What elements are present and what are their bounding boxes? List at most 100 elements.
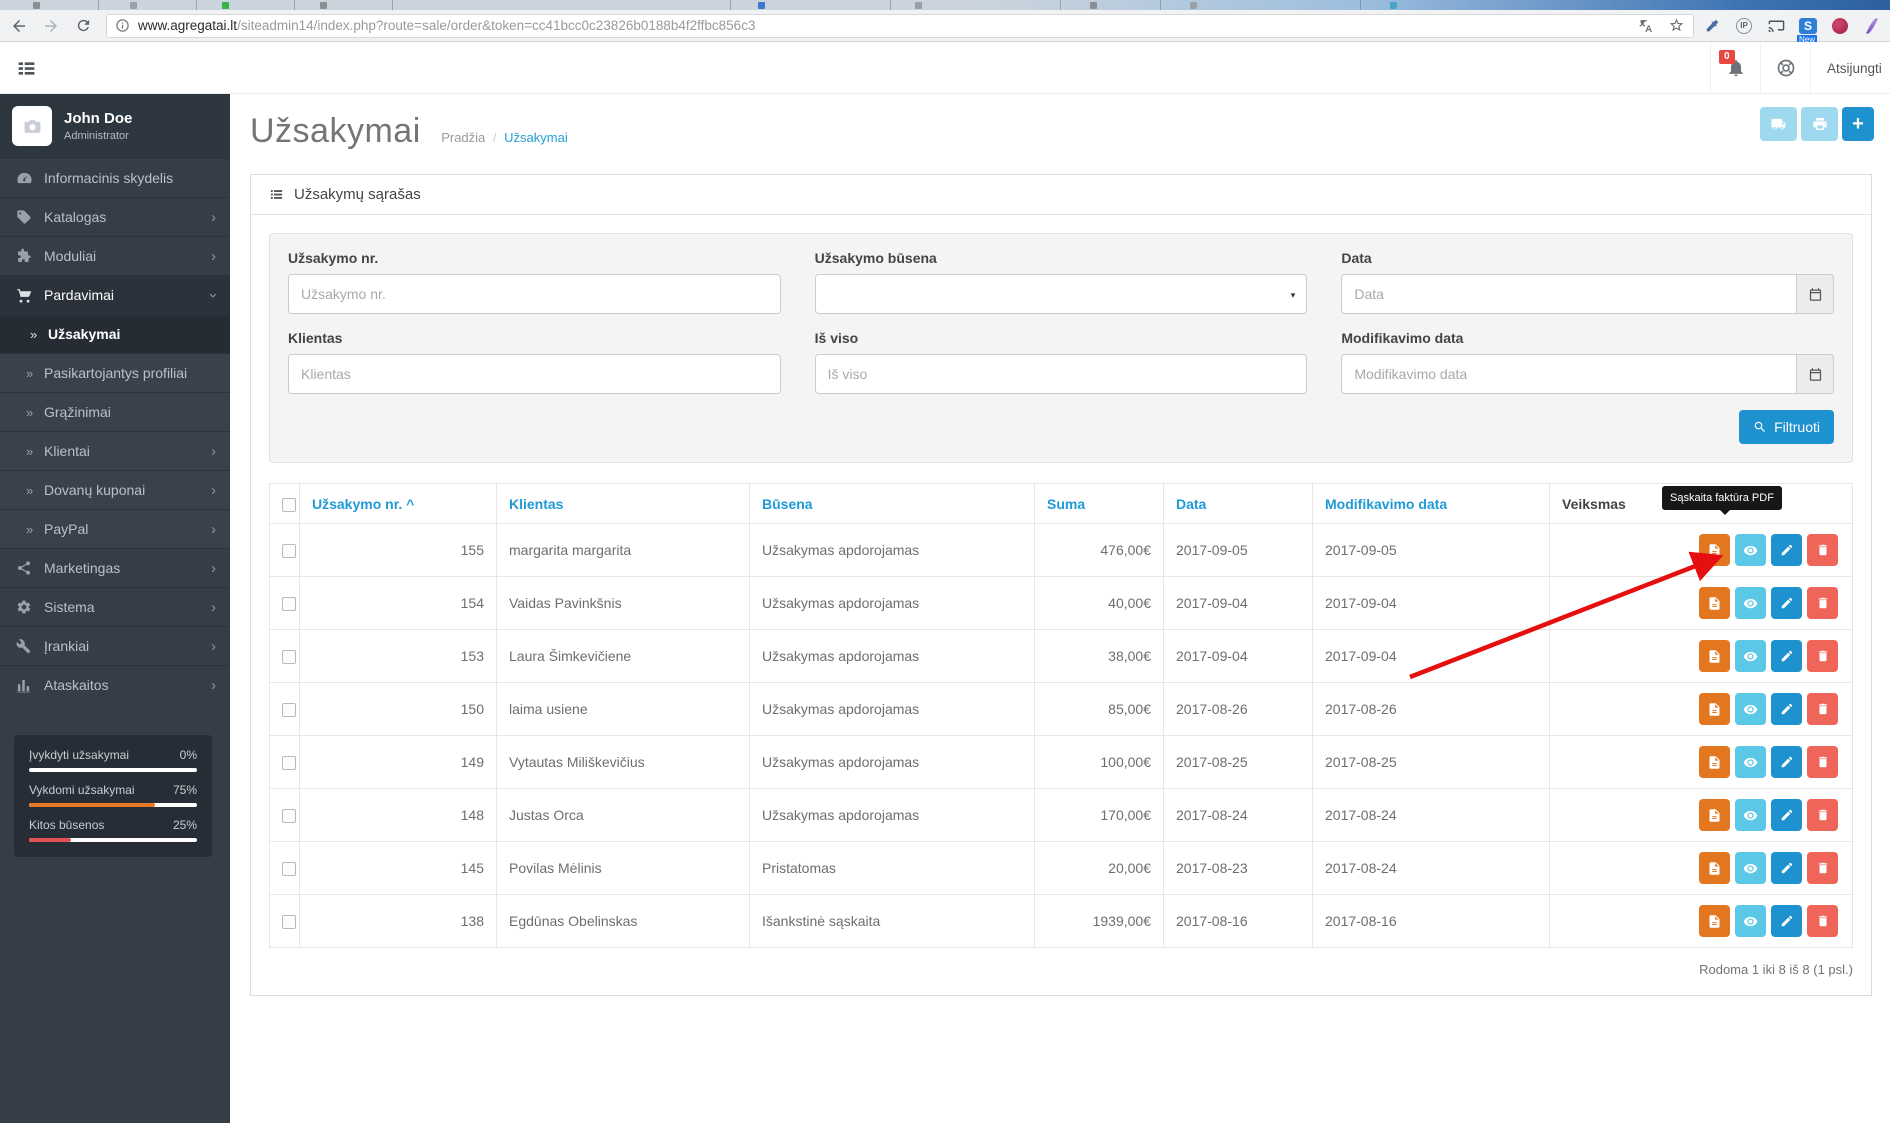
eyedropper-extension-icon[interactable] <box>1702 16 1722 36</box>
cast-extension-icon[interactable] <box>1766 16 1786 36</box>
invoice-pdf-button[interactable] <box>1699 799 1730 831</box>
invoice-pdf-button[interactable] <box>1699 905 1730 937</box>
row-checkbox[interactable] <box>282 703 296 718</box>
row-checkbox[interactable] <box>282 915 296 930</box>
date-input[interactable] <box>1341 274 1798 314</box>
ip-extension-icon[interactable]: IP <box>1734 16 1754 36</box>
add-order-button[interactable]: + <box>1842 107 1874 141</box>
sidebar-item-reports[interactable]: Ataskaitos <box>0 665 230 704</box>
edit-order-button[interactable] <box>1771 640 1802 672</box>
invoice-pdf-button[interactable] <box>1699 852 1730 884</box>
invoice-pdf-button[interactable] <box>1699 640 1730 672</box>
delete-order-button[interactable] <box>1807 905 1838 937</box>
view-order-button[interactable] <box>1735 746 1766 778</box>
select-all-checkbox[interactable] <box>282 497 296 512</box>
double-chevron-icon <box>26 483 33 498</box>
sidebar-item-orders[interactable]: Užsakymai <box>0 314 230 353</box>
view-order-button[interactable] <box>1735 852 1766 884</box>
sidebar-item-gift-vouchers[interactable]: Dovanų kuponai <box>0 470 230 509</box>
row-checkbox[interactable] <box>282 756 296 771</box>
filter-button[interactable]: Filtruoti <box>1739 410 1834 444</box>
col-customer[interactable]: Klientas <box>496 483 750 524</box>
edit-order-button[interactable] <box>1771 905 1802 937</box>
logout-button[interactable]: Atsijungti <box>1810 42 1890 94</box>
calendar-button[interactable] <box>1797 354 1834 394</box>
customer-input[interactable] <box>288 354 781 394</box>
sidebar-item-system[interactable]: Sistema <box>0 587 230 626</box>
edit-order-button[interactable] <box>1771 534 1802 566</box>
col-date[interactable]: Data <box>1163 483 1313 524</box>
sidebar-item-sales[interactable]: Pardavimai <box>0 275 230 314</box>
browser-tab-strip[interactable] <box>0 0 1890 10</box>
order-nr-input[interactable] <box>288 274 781 314</box>
invoice-pdf-button[interactable] <box>1699 587 1730 619</box>
sidebar-item-catalog[interactable]: Katalogas <box>0 197 230 236</box>
order-status-select[interactable] <box>814 274 1308 314</box>
table-row: 148 Justas Orca Užsakymas apdorojamas 17… <box>269 788 1853 842</box>
notifications-button[interactable]: 0 <box>1710 42 1760 94</box>
sidebar-item-paypal[interactable]: PayPal <box>0 509 230 548</box>
feather-extension-icon[interactable] <box>1862 16 1882 36</box>
total-input[interactable] <box>814 354 1308 394</box>
col-order-nr[interactable]: Užsakymo nr. ^ <box>299 483 497 524</box>
row-checkbox[interactable] <box>282 544 296 559</box>
breadcrumb-current[interactable]: Užsakymai <box>504 130 568 145</box>
col-total[interactable]: Suma <box>1034 483 1164 524</box>
share-icon <box>16 560 33 577</box>
view-order-button[interactable] <box>1735 640 1766 672</box>
sidebar-item-tools[interactable]: Įrankiai <box>0 626 230 665</box>
sidebar-item-recurring-profiles[interactable]: Pasikartojantys profiliai <box>0 353 230 392</box>
view-order-button[interactable] <box>1735 693 1766 725</box>
delete-order-button[interactable] <box>1807 852 1838 884</box>
delete-order-button[interactable] <box>1807 693 1838 725</box>
sidebar-item-customers[interactable]: Klientai <box>0 431 230 470</box>
invoice-pdf-button[interactable] <box>1699 534 1730 566</box>
view-order-button[interactable] <box>1735 534 1766 566</box>
edit-order-button[interactable] <box>1771 587 1802 619</box>
row-checkbox[interactable] <box>282 809 296 824</box>
translate-icon[interactable] <box>1638 18 1654 34</box>
print-invoice-button[interactable] <box>1801 107 1838 141</box>
delete-order-button[interactable] <box>1807 640 1838 672</box>
camera-extension-icon[interactable] <box>1830 16 1850 36</box>
date-modified-input[interactable] <box>1341 354 1798 394</box>
calendar-button[interactable] <box>1797 274 1834 314</box>
sidebar-item-marketing[interactable]: Marketingas <box>0 548 230 587</box>
filter-date-modified: Modifikavimo data <box>1341 330 1834 394</box>
bookmark-star-icon[interactable] <box>1668 17 1685 34</box>
col-status[interactable]: Būsena <box>749 483 1035 524</box>
forward-button[interactable] <box>38 13 64 39</box>
view-order-button[interactable] <box>1735 587 1766 619</box>
stat-label: Įvykdyti užsakymai <box>29 748 130 762</box>
delete-order-button[interactable] <box>1807 746 1838 778</box>
breadcrumb-home[interactable]: Pradžia <box>441 130 485 145</box>
row-checkbox[interactable] <box>282 650 296 665</box>
delete-order-button[interactable] <box>1807 799 1838 831</box>
row-checkbox[interactable] <box>282 862 296 877</box>
tab-favicon <box>222 2 229 9</box>
shipping-list-button[interactable] <box>1760 107 1797 141</box>
address-bar[interactable]: www.agregatai.lt/siteadmin14/index.php?r… <box>106 13 1694 38</box>
sidebar-toggle-icon[interactable] <box>16 58 37 79</box>
view-order-button[interactable] <box>1735 905 1766 937</box>
edit-order-button[interactable] <box>1771 693 1802 725</box>
col-date-modified[interactable]: Modifikavimo data <box>1312 483 1550 524</box>
edit-order-button[interactable] <box>1771 746 1802 778</box>
invoice-pdf-button[interactable] <box>1699 693 1730 725</box>
sidebar-item-dashboard[interactable]: Informacinis skydelis <box>0 158 230 197</box>
s-extension-icon[interactable]: S New <box>1797 16 1818 45</box>
page-info-icon[interactable] <box>115 18 130 33</box>
sidebar-item-returns[interactable]: Grąžinimai <box>0 392 230 431</box>
help-button[interactable] <box>1760 42 1810 94</box>
row-checkbox[interactable] <box>282 597 296 612</box>
delete-order-button[interactable] <box>1807 534 1838 566</box>
sidebar-item-modules[interactable]: Moduliai <box>0 236 230 275</box>
reload-button[interactable] <box>70 13 96 39</box>
invoice-pdf-button[interactable] <box>1699 746 1730 778</box>
edit-order-button[interactable] <box>1771 852 1802 884</box>
delete-order-button[interactable] <box>1807 587 1838 619</box>
view-order-button[interactable] <box>1735 799 1766 831</box>
back-button[interactable] <box>6 13 32 39</box>
tab-separator <box>730 0 731 10</box>
edit-order-button[interactable] <box>1771 799 1802 831</box>
